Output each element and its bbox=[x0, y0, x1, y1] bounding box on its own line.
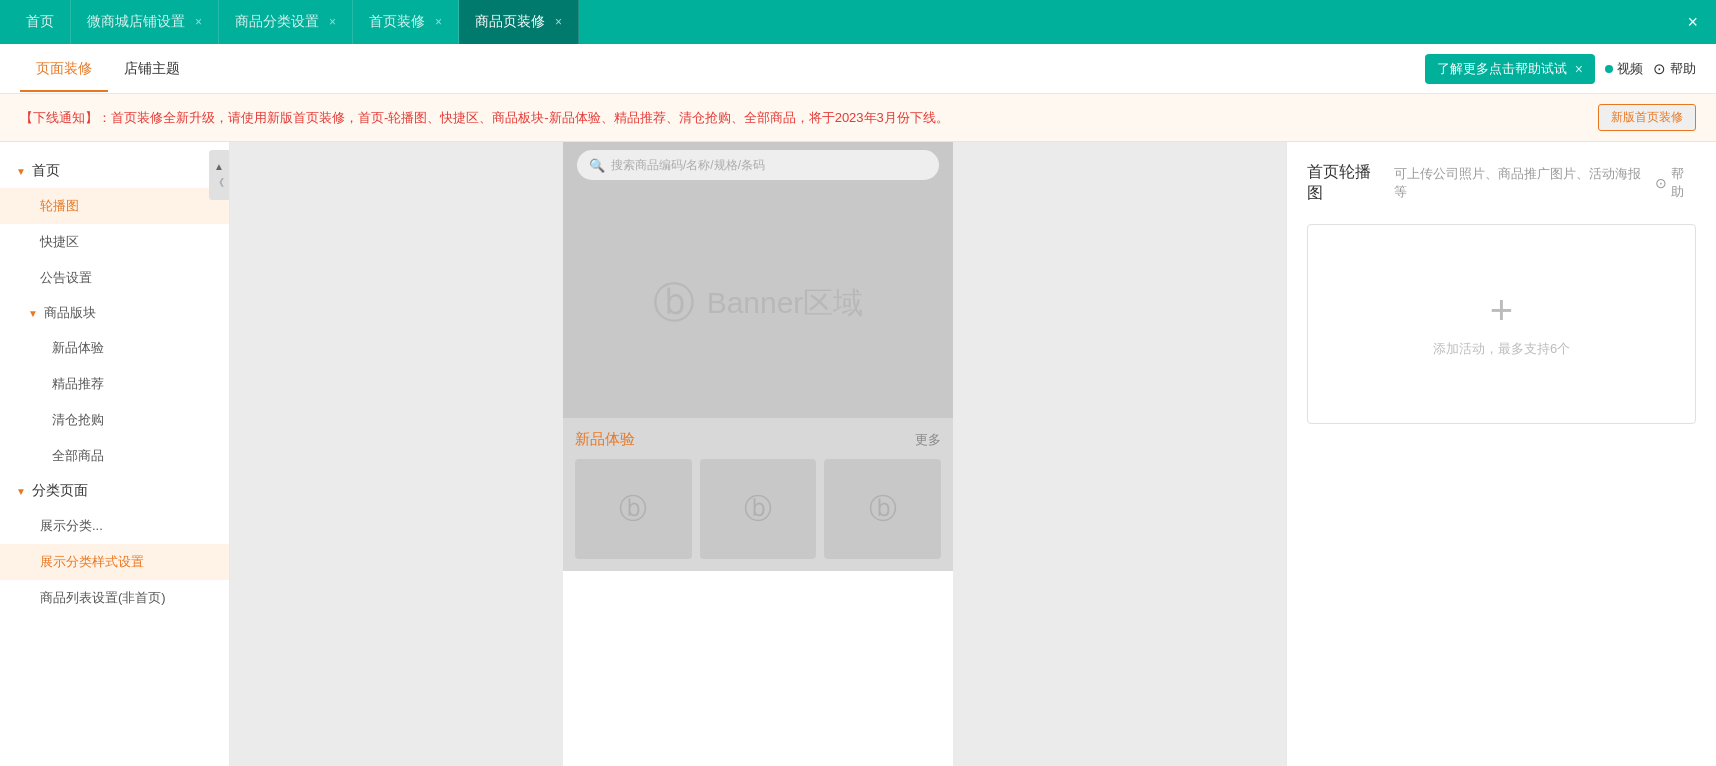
sidebar-group-home[interactable]: ▼ 首页 bbox=[0, 154, 229, 188]
tab-category-settings-close[interactable]: × bbox=[329, 15, 336, 29]
product-icon-3: ⓑ bbox=[869, 490, 897, 528]
sidebar-item-new-exp[interactable]: 新品体验 bbox=[0, 330, 229, 366]
product-card-2: ⓑ bbox=[700, 459, 817, 559]
sub-tab-store-theme[interactable]: 店铺主题 bbox=[108, 46, 196, 92]
phone-preview: 🔍 搜索商品编码/名称/规格/条码 ⓑ Banner区域 新品体验 更多 bbox=[563, 142, 953, 766]
product-icon-1: ⓑ bbox=[619, 490, 647, 528]
question-icon: ⊙ bbox=[1653, 60, 1666, 78]
product-section: 新品体验 更多 ⓑ ⓑ ⓑ bbox=[563, 418, 953, 571]
right-panel: 首页轮播图 可上传公司照片、商品推广图片、活动海报等 ⊙ 帮助 + 添加活动，最… bbox=[1286, 142, 1716, 766]
tab-store-settings-close[interactable]: × bbox=[195, 15, 202, 29]
notice-text: 【下线通知】：首页装修全新升级，请使用新版首页装修，首页-轮播图、快捷区、商品板… bbox=[20, 109, 1586, 127]
search-icon: 🔍 bbox=[589, 158, 605, 173]
tab-home[interactable]: 首页 bbox=[10, 0, 71, 44]
video-dot-icon bbox=[1605, 65, 1613, 73]
product-grid: ⓑ ⓑ ⓑ bbox=[575, 459, 941, 559]
product-section-title: 新品体验 bbox=[575, 430, 635, 449]
sidebar-item-category-style[interactable]: 展示分类样式设置 bbox=[0, 544, 229, 580]
help-banner-close[interactable]: × bbox=[1575, 61, 1583, 77]
product-card-1: ⓑ bbox=[575, 459, 692, 559]
add-activity-box[interactable]: + 添加活动，最多支持6个 bbox=[1307, 224, 1696, 424]
sidebar-subgroup-product-block[interactable]: ▼ 商品版块 bbox=[0, 296, 229, 330]
tab-product-decor-close[interactable]: × bbox=[555, 15, 562, 29]
product-card-3: ⓑ bbox=[824, 459, 941, 559]
preview-area: 🔍 搜索商品编码/名称/规格/条码 ⓑ Banner区域 新品体验 更多 bbox=[230, 142, 1286, 766]
search-bar-inner: 🔍 搜索商品编码/名称/规格/条码 bbox=[577, 150, 939, 180]
sidebar-item-all-products[interactable]: 全部商品 bbox=[0, 438, 229, 474]
category-group-arrow-icon: ▼ bbox=[16, 486, 26, 497]
product-section-header: 新品体验 更多 bbox=[575, 430, 941, 449]
right-panel-help-button[interactable]: ⊙ 帮助 bbox=[1655, 165, 1696, 201]
banner-logo-icon: ⓑ bbox=[653, 275, 695, 331]
notice-bar: 【下线通知】：首页装修全新升级，请使用新版首页装修，首页-轮播图、快捷区、商品板… bbox=[0, 94, 1716, 142]
banner-text: Banner区域 bbox=[707, 283, 864, 324]
help-button[interactable]: ⊙ 帮助 bbox=[1653, 60, 1696, 78]
tab-store-settings[interactable]: 微商城店铺设置 × bbox=[71, 0, 219, 44]
sidebar-group-category[interactable]: ▼ 分类页面 bbox=[0, 474, 229, 508]
new-home-decor-button[interactable]: 新版首页装修 bbox=[1598, 104, 1696, 131]
video-button[interactable]: 视频 bbox=[1605, 60, 1643, 78]
close-all-button[interactable]: × bbox=[1679, 12, 1706, 33]
search-bar-preview: 🔍 搜索商品编码/名称/规格/条码 bbox=[563, 142, 953, 188]
product-icon-2: ⓑ bbox=[744, 490, 772, 528]
sidebar-item-show-category[interactable]: 展示分类... bbox=[0, 508, 229, 544]
sidebar-item-banner[interactable]: 轮播图 bbox=[0, 188, 229, 224]
product-section-more: 更多 bbox=[915, 431, 941, 449]
tab-product-decor[interactable]: 商品页装修 × bbox=[459, 0, 579, 44]
sidebar-item-clearance[interactable]: 清仓抢购 bbox=[0, 402, 229, 438]
right-panel-header: 首页轮播图 可上传公司照片、商品推广图片、活动海报等 ⊙ 帮助 bbox=[1307, 162, 1696, 204]
sidebar-collapse-button[interactable]: ▲ 《 bbox=[209, 150, 229, 200]
tab-category-settings[interactable]: 商品分类设置 × bbox=[219, 0, 353, 44]
sidebar-item-shortcuts[interactable]: 快捷区 bbox=[0, 224, 229, 260]
sub-tab-bar: 页面装修 店铺主题 了解更多点击帮助试试 × 视频 ⊙ 帮助 bbox=[0, 44, 1716, 94]
sidebar-nav: ▼ 首页 轮播图 快捷区 公告设置 ▼ 商品版块 新品体验 bbox=[0, 142, 229, 628]
sidebar: ▲ 《 ▼ 首页 轮播图 快捷区 公告设置 bbox=[0, 142, 230, 766]
banner-area: ⓑ Banner区域 bbox=[563, 188, 953, 418]
right-panel-question-icon: ⊙ bbox=[1655, 175, 1667, 191]
sub-tab-page-decor[interactable]: 页面装修 bbox=[20, 46, 108, 92]
tab-home-decor[interactable]: 首页装修 × bbox=[353, 0, 459, 44]
help-banner[interactable]: 了解更多点击帮助试试 × bbox=[1425, 54, 1595, 84]
right-panel-desc: 可上传公司照片、商品推广图片、活动海报等 bbox=[1394, 165, 1645, 201]
right-panel-title: 首页轮播图 bbox=[1307, 162, 1384, 204]
main-container: 页面装修 店铺主题 了解更多点击帮助试试 × 视频 ⊙ 帮助 【下线通知】：首页… bbox=[0, 44, 1716, 766]
add-activity-plus-icon: + bbox=[1490, 290, 1513, 330]
sidebar-item-notice[interactable]: 公告设置 bbox=[0, 260, 229, 296]
sidebar-item-featured[interactable]: 精品推荐 bbox=[0, 366, 229, 402]
home-group-arrow-icon: ▼ bbox=[16, 166, 26, 177]
content-area: ▲ 《 ▼ 首页 轮播图 快捷区 公告设置 bbox=[0, 142, 1716, 766]
add-activity-text: 添加活动，最多支持6个 bbox=[1433, 340, 1570, 358]
sidebar-item-product-list[interactable]: 商品列表设置(非首页) bbox=[0, 580, 229, 616]
tab-home-decor-close[interactable]: × bbox=[435, 15, 442, 29]
sub-tab-help-area: 了解更多点击帮助试试 × 视频 ⊙ 帮助 bbox=[1425, 54, 1696, 84]
tab-bar: 首页 微商城店铺设置 × 商品分类设置 × 首页装修 × 商品页装修 × × bbox=[0, 0, 1716, 44]
product-block-arrow-icon: ▼ bbox=[28, 308, 38, 319]
